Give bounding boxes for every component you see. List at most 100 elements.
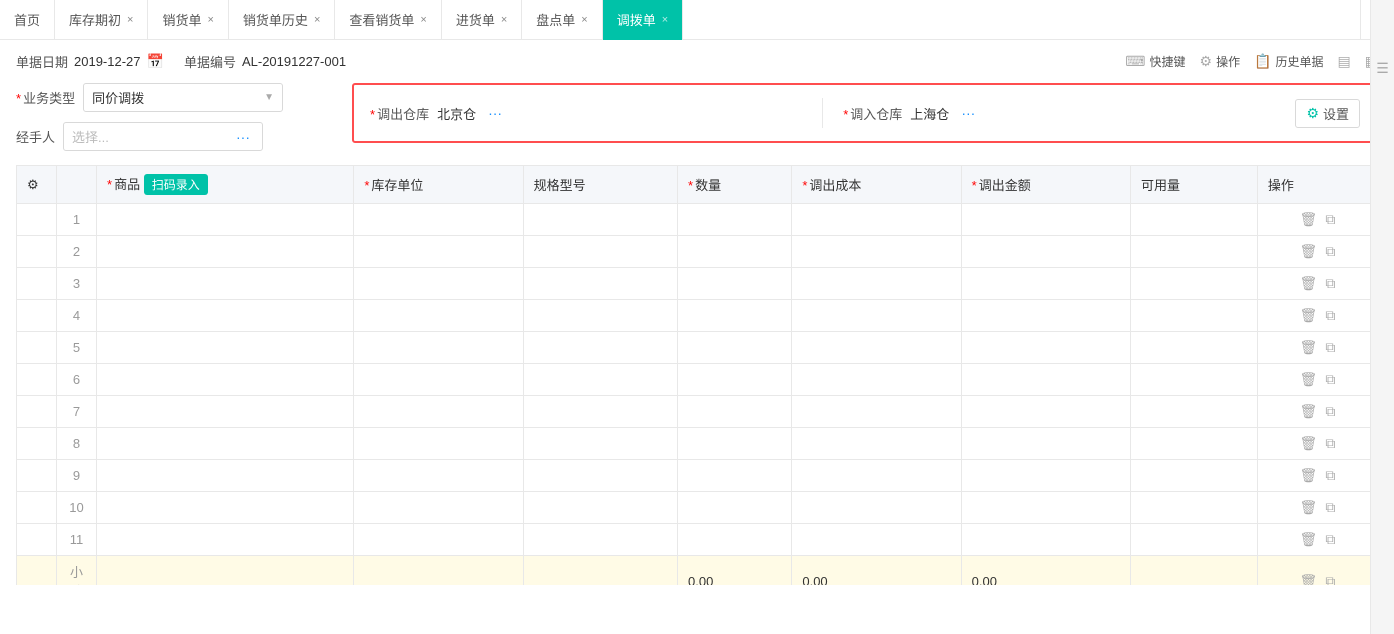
copy-icon[interactable]: ⧉	[1325, 531, 1335, 548]
row-qty-cell[interactable]	[678, 524, 792, 556]
row-qty-cell[interactable]	[678, 492, 792, 524]
tab-home[interactable]: 首页	[0, 0, 55, 40]
row-spec-cell[interactable]	[523, 236, 677, 268]
row-amount-cell[interactable]	[961, 492, 1130, 524]
delete-icon[interactable]: 🗑	[1300, 307, 1318, 324]
row-qty-cell[interactable]	[678, 428, 792, 460]
row-product-cell[interactable]	[97, 204, 354, 236]
row-cost-cell[interactable]	[792, 460, 961, 492]
row-unit-cell[interactable]	[354, 268, 523, 300]
calendar-icon[interactable]: 📅	[147, 53, 164, 70]
row-available-cell[interactable]	[1130, 204, 1257, 236]
row-amount-cell[interactable]	[961, 364, 1130, 396]
tab-sales-history-close[interactable]: ×	[314, 14, 320, 26]
row-cost-cell[interactable]	[792, 396, 961, 428]
row-unit-cell[interactable]	[354, 300, 523, 332]
delete-icon[interactable]: 🗑	[1300, 211, 1318, 228]
row-product-cell[interactable]	[97, 492, 354, 524]
row-unit-cell[interactable]	[354, 236, 523, 268]
row-spec-cell[interactable]	[523, 460, 677, 492]
row-cost-cell[interactable]	[792, 204, 961, 236]
row-unit-cell[interactable]	[354, 524, 523, 556]
row-available-cell[interactable]	[1130, 524, 1257, 556]
row-spec-cell[interactable]	[523, 396, 677, 428]
tab-sales-order-close[interactable]: ×	[207, 14, 213, 26]
row-available-cell[interactable]	[1130, 460, 1257, 492]
row-cost-cell[interactable]	[792, 428, 961, 460]
row-amount-cell[interactable]	[961, 204, 1130, 236]
sidebar-list-icon[interactable]: ☰	[1376, 60, 1389, 77]
row-spec-cell[interactable]	[523, 332, 677, 364]
row-product-cell[interactable]	[97, 428, 354, 460]
row-available-cell[interactable]	[1130, 396, 1257, 428]
row-unit-cell[interactable]	[354, 204, 523, 236]
row-product-cell[interactable]	[97, 524, 354, 556]
copy-icon[interactable]: ⧉	[1325, 307, 1335, 324]
row-amount-cell[interactable]	[961, 524, 1130, 556]
delete-icon[interactable]: 🗑	[1300, 339, 1318, 356]
operator-dots[interactable]: ···	[232, 129, 254, 145]
tab-view-sales[interactable]: 查看销货单 ×	[335, 0, 441, 40]
tab-view-sales-close[interactable]: ×	[420, 14, 426, 26]
row-qty-cell[interactable]	[678, 396, 792, 428]
row-amount-cell[interactable]	[961, 460, 1130, 492]
row-available-cell[interactable]	[1130, 364, 1257, 396]
row-qty-cell[interactable]	[678, 332, 792, 364]
row-product-cell[interactable]	[97, 332, 354, 364]
row-cost-cell[interactable]	[792, 524, 961, 556]
row-amount-cell[interactable]	[961, 332, 1130, 364]
warehouse-out-dots[interactable]: ···	[484, 105, 506, 121]
row-qty-cell[interactable]	[678, 268, 792, 300]
tab-transfer[interactable]: 调拨单 ×	[603, 0, 683, 40]
row-available-cell[interactable]	[1130, 428, 1257, 460]
layout1-btn[interactable]: ▤	[1338, 53, 1351, 70]
delete-icon[interactable]: 🗑	[1300, 371, 1318, 388]
row-available-cell[interactable]	[1130, 332, 1257, 364]
copy-icon[interactable]: ⧉	[1325, 403, 1335, 420]
row-product-cell[interactable]	[97, 268, 354, 300]
row-unit-cell[interactable]	[354, 332, 523, 364]
copy-icon[interactable]: ⧉	[1325, 499, 1335, 516]
row-product-cell[interactable]	[97, 460, 354, 492]
row-cost-cell[interactable]	[792, 364, 961, 396]
subtotal-delete-icon[interactable]: 🗑	[1300, 573, 1318, 586]
row-unit-cell[interactable]	[354, 364, 523, 396]
delete-icon[interactable]: 🗑	[1300, 531, 1318, 548]
th-gear[interactable]: ⚙	[17, 166, 57, 204]
tab-transfer-close[interactable]: ×	[662, 14, 668, 26]
row-spec-cell[interactable]	[523, 492, 677, 524]
row-product-cell[interactable]	[97, 364, 354, 396]
row-amount-cell[interactable]	[961, 268, 1130, 300]
copy-icon[interactable]: ⧉	[1325, 339, 1335, 356]
row-spec-cell[interactable]	[523, 300, 677, 332]
delete-icon[interactable]: 🗑	[1300, 243, 1318, 260]
tab-sales-order[interactable]: 销货单 ×	[148, 0, 228, 40]
row-spec-cell[interactable]	[523, 204, 677, 236]
row-cost-cell[interactable]	[792, 268, 961, 300]
row-spec-cell[interactable]	[523, 524, 677, 556]
row-qty-cell[interactable]	[678, 204, 792, 236]
tab-inventory-init-close[interactable]: ×	[127, 14, 133, 26]
tab-purchase[interactable]: 进货单 ×	[442, 0, 522, 40]
tab-inventory-init[interactable]: 库存期初 ×	[55, 0, 148, 40]
tab-sales-history[interactable]: 销货单历史 ×	[229, 0, 335, 40]
scan-entry-button[interactable]: 扫码录入	[144, 174, 208, 195]
copy-icon[interactable]: ⧉	[1325, 275, 1335, 292]
row-available-cell[interactable]	[1130, 268, 1257, 300]
settings-btn[interactable]: ⚙ 设置	[1295, 99, 1360, 128]
row-amount-cell[interactable]	[961, 236, 1130, 268]
warehouse-in-dots[interactable]: ···	[957, 105, 979, 121]
shortcuts-btn[interactable]: ⌨ 快捷键	[1125, 53, 1185, 70]
delete-icon[interactable]: 🗑	[1300, 403, 1318, 420]
row-unit-cell[interactable]	[354, 428, 523, 460]
row-cost-cell[interactable]	[792, 236, 961, 268]
row-cost-cell[interactable]	[792, 492, 961, 524]
row-available-cell[interactable]	[1130, 300, 1257, 332]
row-spec-cell[interactable]	[523, 364, 677, 396]
copy-icon[interactable]: ⧉	[1325, 371, 1335, 388]
row-qty-cell[interactable]	[678, 236, 792, 268]
row-qty-cell[interactable]	[678, 364, 792, 396]
subtotal-copy-icon[interactable]: ⧉	[1325, 573, 1335, 586]
row-qty-cell[interactable]	[678, 300, 792, 332]
delete-icon[interactable]: 🗑	[1300, 499, 1318, 516]
